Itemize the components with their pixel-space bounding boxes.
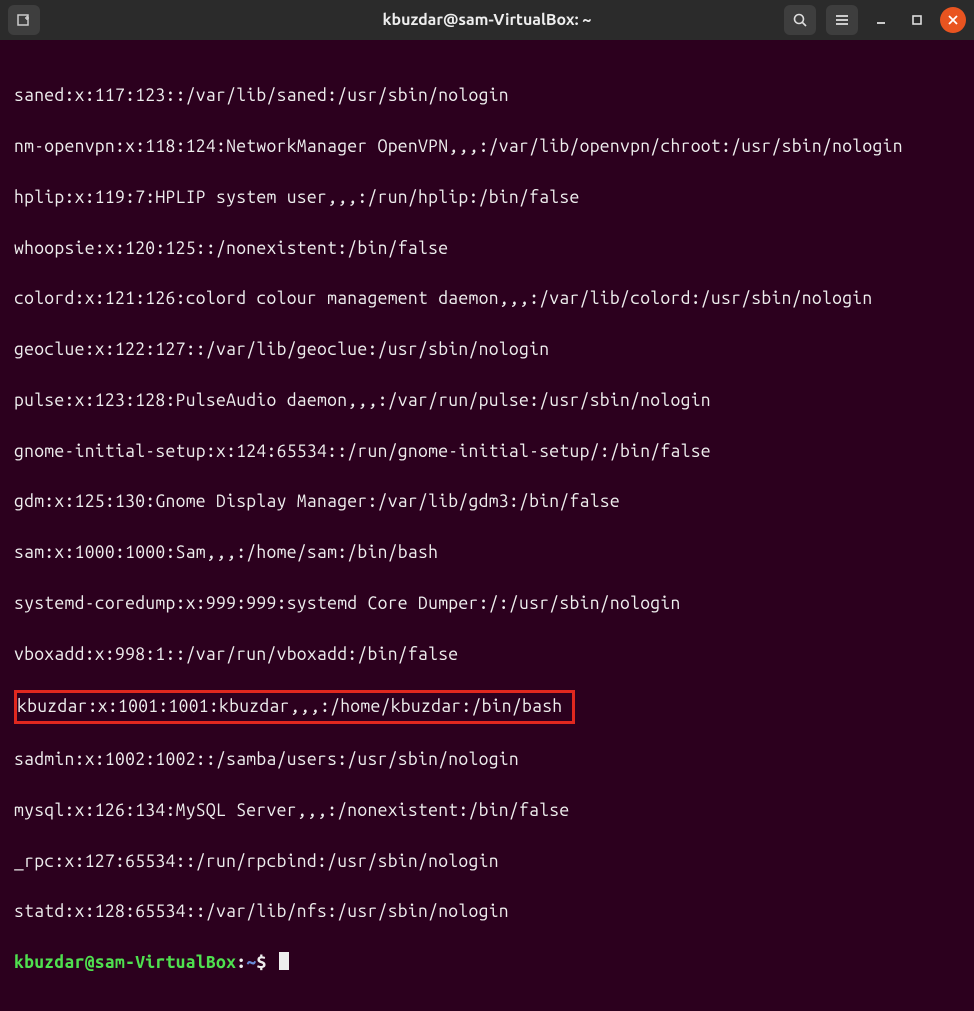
window-title: kbuzdar@sam-VirtualBox: ~ [383,11,592,29]
output-line: mysql:x:126:134:MySQL Server,,,:/nonexis… [14,798,960,823]
output-line: gnome-initial-setup:x:124:65534::/run/gn… [14,439,960,464]
output-line: _rpc:x:127:65534::/run/rpcbind:/usr/sbin… [14,849,960,874]
output-line: whoopsie:x:120:125::/nonexistent:/bin/fa… [14,236,960,261]
search-button[interactable] [784,5,816,35]
titlebar: kbuzdar@sam-VirtualBox: ~ [0,0,974,40]
minimize-button[interactable] [868,7,894,33]
maximize-button[interactable] [904,7,930,33]
prompt-line: kbuzdar@sam-VirtualBox:~$ [14,950,960,975]
output-line: sadmin:x:1002:1002::/samba/users:/usr/sb… [14,747,960,772]
minimize-icon [874,13,888,27]
highlighted-line: kbuzdar:x:1001:1001:kbuzdar,,,:/home/kbu… [14,690,575,723]
prompt-path: ~ [246,953,256,972]
hamburger-icon [834,12,850,28]
new-tab-icon [16,12,32,28]
prompt-colon: : [236,953,246,972]
terminal-output[interactable]: saned:x:117:123::/var/lib/saned:/usr/sbi… [0,40,974,1011]
new-tab-button[interactable] [8,5,40,35]
close-icon [947,14,959,26]
search-icon [792,12,808,28]
prompt-symbol: $ [256,953,266,972]
output-line: colord:x:121:126:colord colour managemen… [14,286,960,311]
menu-button[interactable] [826,5,858,35]
output-line: pulse:x:123:128:PulseAudio daemon,,,:/va… [14,388,960,413]
output-line: systemd-coredump:x:999:999:systemd Core … [14,591,960,616]
output-line: statd:x:128:65534::/var/lib/nfs:/usr/sbi… [14,899,960,924]
output-line: sam:x:1000:1000:Sam,,,:/home/sam:/bin/ba… [14,540,960,565]
output-line: gdm:x:125:130:Gnome Display Manager:/var… [14,489,960,514]
output-line: saned:x:117:123::/var/lib/saned:/usr/sbi… [14,83,960,108]
output-line: vboxadd:x:998:1::/var/run/vboxadd:/bin/f… [14,642,960,667]
output-line: hplip:x:119:7:HPLIP system user,,,:/run/… [14,185,960,210]
cursor [279,952,289,970]
maximize-icon [910,13,924,27]
output-line: geoclue:x:122:127::/var/lib/geoclue:/usr… [14,337,960,362]
close-button[interactable] [940,7,966,33]
prompt-user-host: kbuzdar@sam-VirtualBox [14,953,236,972]
output-line: nm-openvpn:x:118:124:NetworkManager Open… [14,134,960,159]
